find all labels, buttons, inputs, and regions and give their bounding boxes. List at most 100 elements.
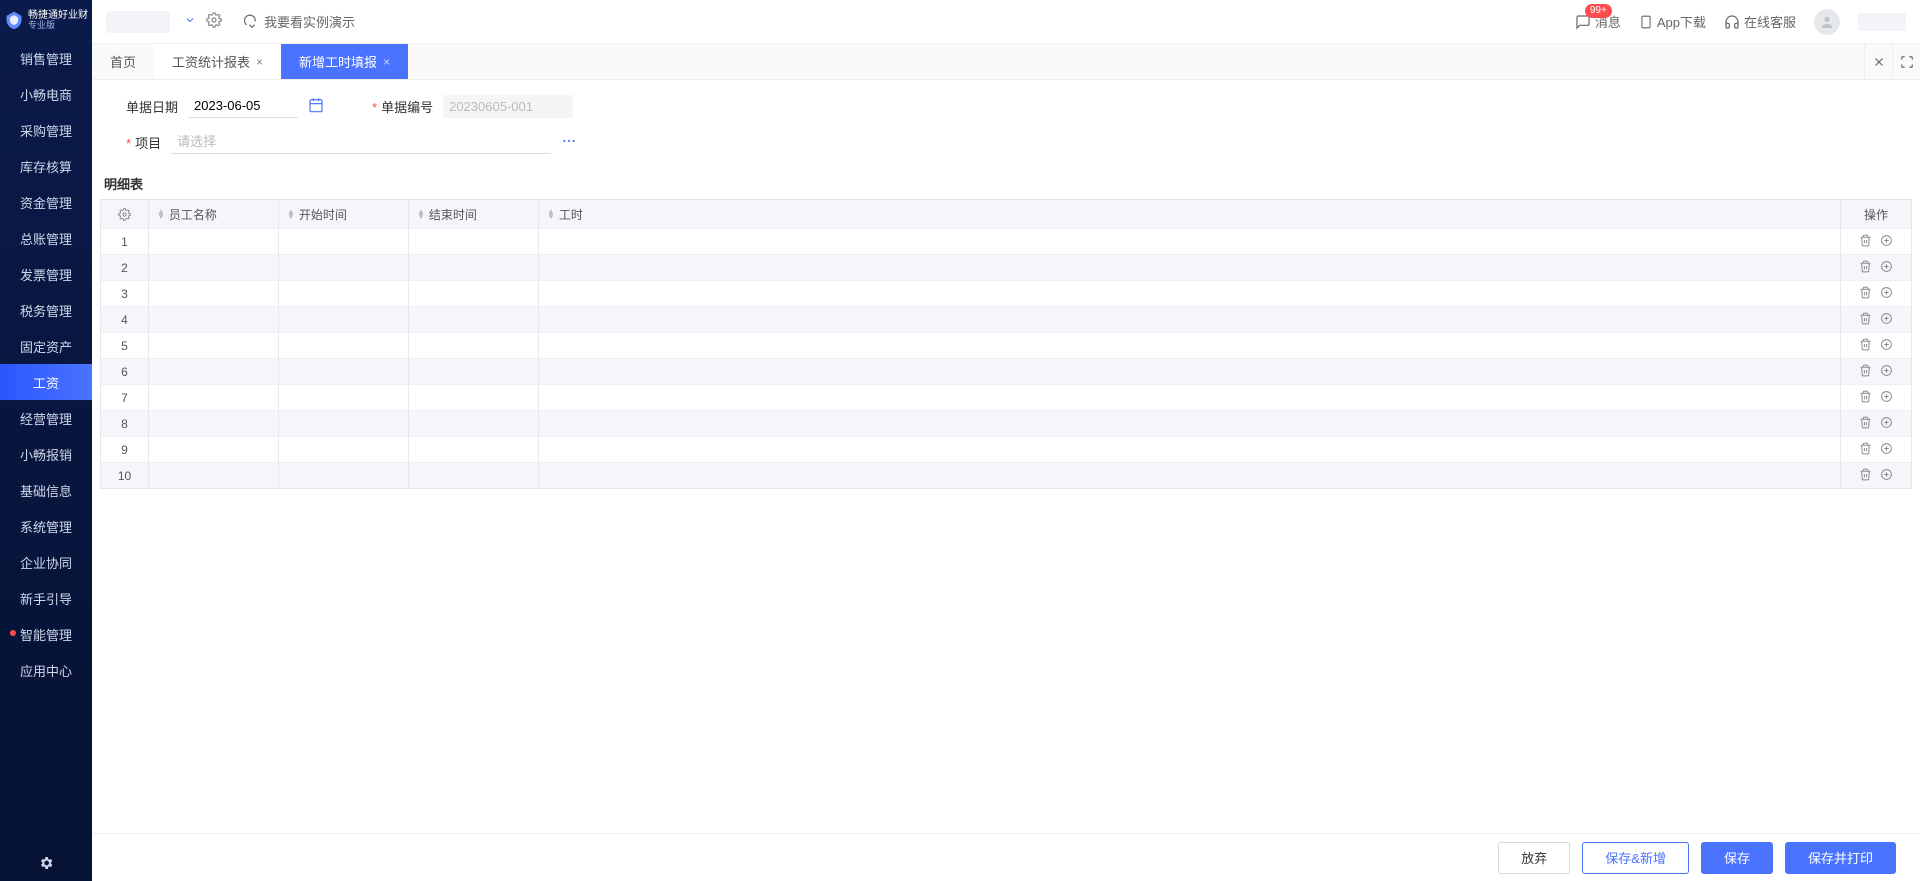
cell-end[interactable] (409, 462, 539, 488)
cell-start[interactable] (279, 410, 409, 436)
row-delete-button[interactable] (1859, 442, 1872, 458)
table-row[interactable]: 9 (101, 436, 1911, 462)
row-add-button[interactable] (1880, 286, 1893, 302)
top-settings-button[interactable] (206, 12, 222, 31)
cell-hours[interactable] (539, 384, 1841, 410)
sidebar-item-5[interactable]: 总账管理 (0, 220, 92, 256)
row-delete-button[interactable] (1859, 416, 1872, 432)
cell-employee[interactable] (149, 280, 279, 306)
cell-start[interactable] (279, 462, 409, 488)
row-add-button[interactable] (1880, 364, 1893, 380)
table-row[interactable]: 8 (101, 410, 1911, 436)
sidebar-item-3[interactable]: 库存核算 (0, 148, 92, 184)
row-delete-button[interactable] (1859, 234, 1872, 250)
table-row[interactable]: 3 (101, 280, 1911, 306)
cell-start[interactable] (279, 384, 409, 410)
cell-hours[interactable] (539, 436, 1841, 462)
sidebar-item-2[interactable]: 采购管理 (0, 112, 92, 148)
user-name[interactable] (1858, 13, 1906, 31)
sidebar-item-10[interactable]: 经营管理 (0, 400, 92, 436)
cell-hours[interactable] (539, 254, 1841, 280)
cell-employee[interactable] (149, 436, 279, 462)
tab-1[interactable]: 工资统计报表× (154, 44, 281, 79)
cell-start[interactable] (279, 436, 409, 462)
row-add-button[interactable] (1880, 390, 1893, 406)
project-input[interactable] (171, 130, 551, 154)
sidebar-item-12[interactable]: 基础信息 (0, 472, 92, 508)
col-employee[interactable]: ▲▼员工名称 (149, 200, 279, 228)
table-row[interactable]: 10 (101, 462, 1911, 488)
online-service-button[interactable]: 在线客服 (1724, 12, 1796, 31)
cell-employee[interactable] (149, 384, 279, 410)
cell-hours[interactable] (539, 228, 1841, 254)
tab-close-icon[interactable]: × (383, 55, 390, 69)
cell-end[interactable] (409, 436, 539, 462)
row-delete-button[interactable] (1859, 364, 1872, 380)
row-add-button[interactable] (1880, 234, 1893, 250)
row-add-button[interactable] (1880, 338, 1893, 354)
cell-employee[interactable] (149, 410, 279, 436)
tab-close-icon[interactable]: × (256, 55, 263, 69)
sidebar-item-13[interactable]: 系统管理 (0, 508, 92, 544)
tab-0[interactable]: 首页 (92, 44, 154, 79)
date-input[interactable] (188, 94, 298, 118)
row-add-button[interactable] (1880, 312, 1893, 328)
sidebar-item-0[interactable]: 销售管理 (0, 40, 92, 76)
table-row[interactable]: 7 (101, 384, 1911, 410)
cell-employee[interactable] (149, 462, 279, 488)
col-hours[interactable]: ▲▼工时 (539, 200, 1841, 228)
sidebar-item-15[interactable]: 新手引导 (0, 580, 92, 616)
row-delete-button[interactable] (1859, 286, 1872, 302)
cell-start[interactable] (279, 332, 409, 358)
cell-end[interactable] (409, 306, 539, 332)
cell-end[interactable] (409, 410, 539, 436)
row-delete-button[interactable] (1859, 468, 1872, 484)
save-and-new-button[interactable]: 保存&新增 (1582, 842, 1689, 874)
project-lookup-button[interactable] (561, 133, 577, 152)
cell-end[interactable] (409, 358, 539, 384)
row-delete-button[interactable] (1859, 260, 1872, 276)
cell-start[interactable] (279, 254, 409, 280)
row-add-button[interactable] (1880, 260, 1893, 276)
cell-employee[interactable] (149, 306, 279, 332)
cell-hours[interactable] (539, 280, 1841, 306)
cell-start[interactable] (279, 358, 409, 384)
messages-button[interactable]: 99+ 消息 (1575, 12, 1621, 31)
cell-end[interactable] (409, 280, 539, 306)
cell-start[interactable] (279, 228, 409, 254)
sidebar-item-1[interactable]: 小畅电商 (0, 76, 92, 112)
cell-start[interactable] (279, 306, 409, 332)
cell-hours[interactable] (539, 410, 1841, 436)
cell-end[interactable] (409, 332, 539, 358)
sidebar-item-14[interactable]: 企业协同 (0, 544, 92, 580)
table-row[interactable]: 1 (101, 228, 1911, 254)
sidebar-item-8[interactable]: 固定资产 (0, 328, 92, 364)
table-row[interactable]: 4 (101, 306, 1911, 332)
col-end[interactable]: ▲▼结束时间 (409, 200, 539, 228)
demo-link[interactable]: 我要看实例演示 (244, 12, 355, 31)
row-delete-button[interactable] (1859, 312, 1872, 328)
table-row[interactable]: 6 (101, 358, 1911, 384)
cell-hours[interactable] (539, 332, 1841, 358)
sidebar-settings[interactable] (0, 845, 92, 881)
cell-end[interactable] (409, 228, 539, 254)
row-delete-button[interactable] (1859, 338, 1872, 354)
save-and-print-button[interactable]: 保存并打印 (1785, 842, 1896, 874)
cell-end[interactable] (409, 384, 539, 410)
column-settings-button[interactable] (101, 200, 149, 228)
account-dropdown[interactable] (184, 14, 196, 29)
discard-button[interactable]: 放弃 (1498, 842, 1570, 874)
cell-employee[interactable] (149, 228, 279, 254)
sidebar-item-6[interactable]: 发票管理 (0, 256, 92, 292)
user-avatar[interactable] (1814, 9, 1840, 35)
account-selector[interactable] (106, 11, 170, 33)
cell-hours[interactable] (539, 462, 1841, 488)
row-add-button[interactable] (1880, 416, 1893, 432)
sidebar-item-11[interactable]: 小畅报销 (0, 436, 92, 472)
col-start[interactable]: ▲▼开始时间 (279, 200, 409, 228)
calendar-button[interactable] (308, 97, 324, 116)
table-row[interactable]: 5 (101, 332, 1911, 358)
save-button[interactable]: 保存 (1701, 842, 1773, 874)
cell-employee[interactable] (149, 358, 279, 384)
cell-end[interactable] (409, 254, 539, 280)
